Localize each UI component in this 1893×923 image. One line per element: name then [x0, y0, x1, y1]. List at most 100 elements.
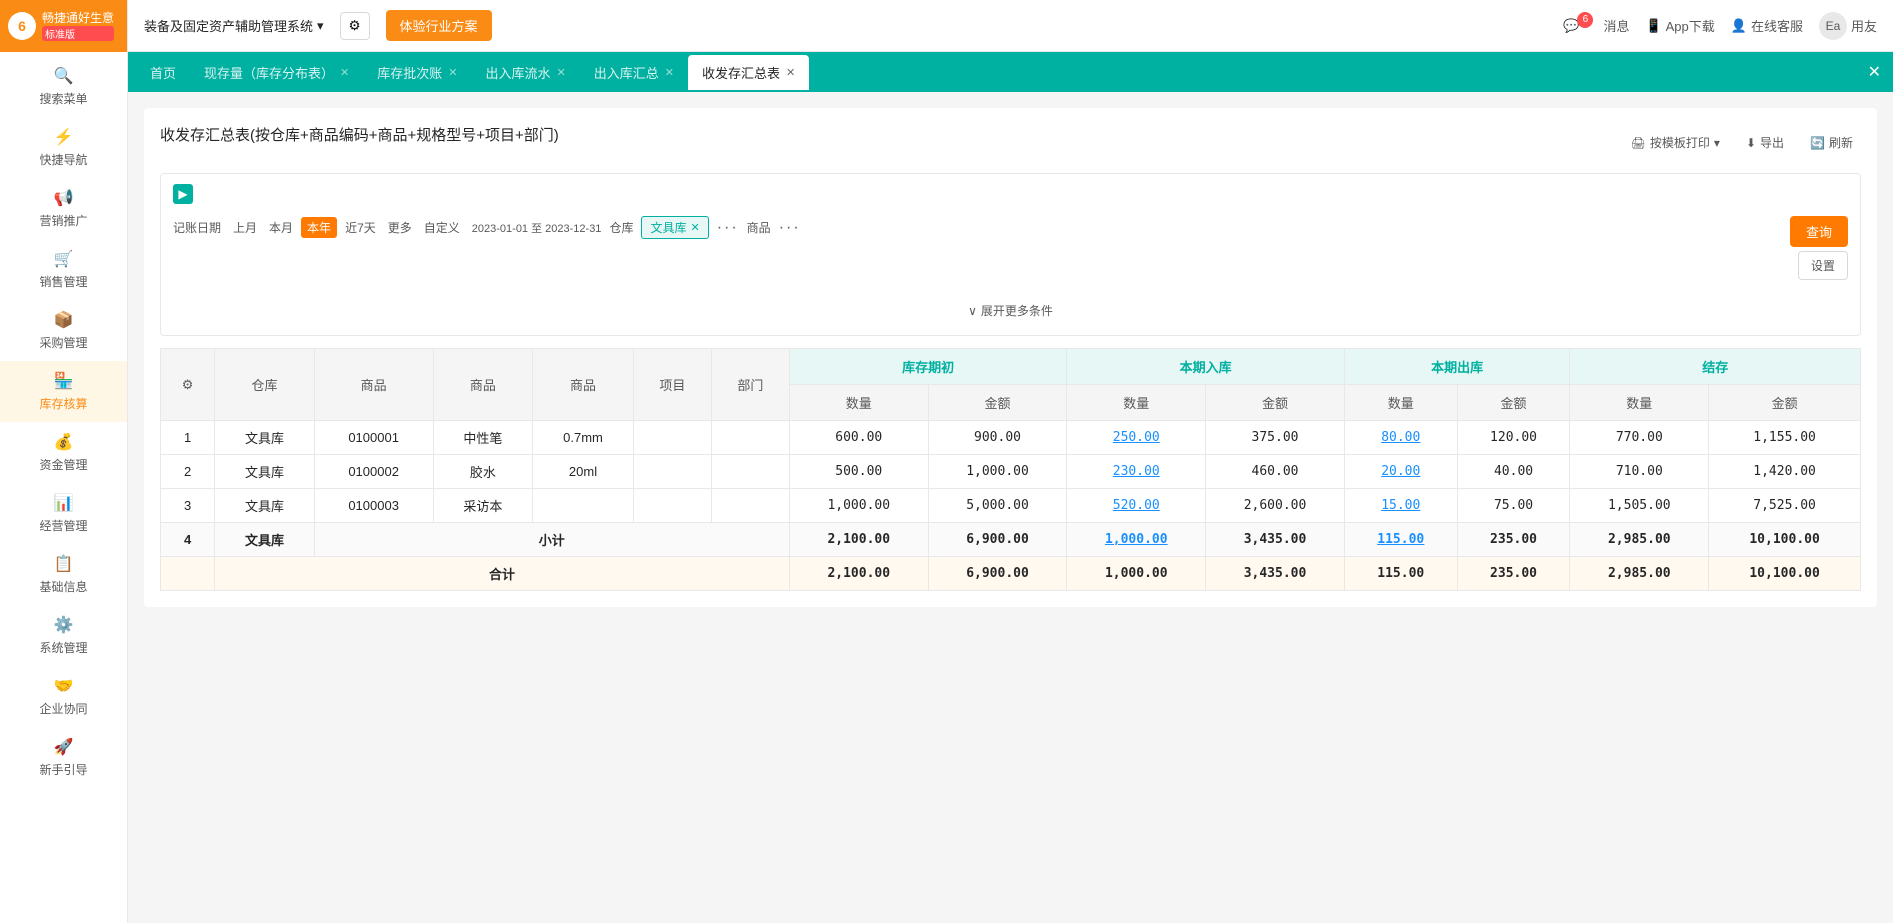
subtotal-in-amount: 3,435.00 [1206, 523, 1345, 557]
sidebar-item-basic-info[interactable]: 📋 基础信息 [0, 544, 127, 605]
guide-icon: 🚀 [54, 737, 74, 757]
date-btn-more[interactable]: 更多 [384, 217, 416, 238]
app-download-label: App下载 [1666, 16, 1715, 35]
col-in-amount: 金额 [1206, 385, 1345, 421]
warehouse-dots[interactable]: ··· [717, 219, 739, 237]
subtotal-out-qty[interactable]: 115.00 [1344, 523, 1457, 557]
row-project [633, 455, 711, 489]
warehouse-tag-close-button[interactable]: ✕ [690, 221, 699, 234]
system-selector[interactable]: 装备及固定资产辅助管理系统 ▾ [144, 16, 324, 35]
online-service-button[interactable]: 👤 在线客服 [1731, 16, 1803, 35]
quick-nav-icon: ⚡ [54, 127, 74, 147]
sidebar-item-system[interactable]: ⚙️ 系统管理 [0, 605, 127, 666]
print-button[interactable]: 🖨 按模板打印 ▾ [1623, 130, 1728, 155]
date-filter-label: 记账日期 [173, 219, 221, 236]
date-btn-7days[interactable]: 近7天 [341, 217, 380, 238]
refresh-label: 刷新 [1829, 134, 1853, 151]
row-in-amount: 375.00 [1206, 421, 1345, 455]
filter-toggle-button[interactable]: ▶ [173, 184, 193, 204]
expand-conditions-button[interactable]: ∨ 展开更多条件 [173, 296, 1848, 325]
date-btn-this-year[interactable]: 本年 [301, 217, 337, 238]
row-in-qty[interactable]: 250.00 [1067, 421, 1206, 455]
col-out-qty: 数量 [1344, 385, 1457, 421]
try-industry-button[interactable]: 体验行业方案 [386, 10, 492, 41]
sidebar-item-label: 新手引导 [39, 761, 87, 778]
sidebar-item-search[interactable]: 🔍 搜索菜单 [0, 56, 127, 117]
settings-button[interactable]: 设置 [1798, 251, 1848, 280]
sidebar-item-inventory[interactable]: 🏪 库存核算 [0, 361, 127, 422]
subtotal-warehouse: 文具库 [215, 523, 315, 557]
total-out-amount: 235.00 [1457, 557, 1570, 591]
product-dots[interactable]: ··· [779, 219, 801, 237]
tab-recv-send[interactable]: 收发存汇总表 ✕ [688, 55, 809, 90]
table-wrapper: ⚙ 仓库 商品 商品 商品 项目 部门 库存期初 本期入库 本期出库 结存 [160, 348, 1861, 591]
date-range-text: 2023-01-01 至 2023-12-31 [472, 220, 602, 236]
finance-icon: 💰 [54, 432, 74, 452]
query-button[interactable]: 查询 [1790, 216, 1848, 247]
row-out-amount: 75.00 [1457, 489, 1570, 523]
message-button[interactable]: 💬 6 消息 [1563, 16, 1629, 35]
sidebar-item-label: 营销推广 [39, 212, 87, 229]
subtotal-in-qty[interactable]: 1,000.00 [1067, 523, 1206, 557]
total-in-qty: 1,000.00 [1067, 557, 1206, 591]
col-department: 部门 [711, 349, 789, 421]
row-in-qty[interactable]: 520.00 [1067, 489, 1206, 523]
row-in-qty[interactable]: 230.00 [1067, 455, 1206, 489]
tab-inventory-dist[interactable]: 现存量（库存分布表） ✕ [190, 55, 363, 90]
row-warehouse: 文具库 [215, 455, 315, 489]
page-title: 收发存汇总表(按仓库+商品编码+商品+规格型号+项目+部门) [160, 124, 559, 145]
tab-batch[interactable]: 库存批次账 ✕ [363, 55, 471, 90]
tab-home[interactable]: 首页 [136, 55, 190, 90]
sidebar-item-cooperation[interactable]: 🤝 企业协同 [0, 666, 127, 727]
system-icon: ⚙️ [54, 615, 74, 635]
app-download-button[interactable]: 📱 App下载 [1645, 16, 1714, 35]
tab-inout-flow[interactable]: 出入库流水 ✕ [471, 55, 579, 90]
tab-home-label: 首页 [150, 63, 176, 82]
tab-close-icon[interactable]: ✕ [786, 66, 795, 79]
gear-button[interactable]: ⚙ [340, 12, 370, 40]
phone-icon: 📱 [1645, 18, 1661, 34]
row-no: 3 [161, 489, 215, 523]
date-btn-this-month[interactable]: 本月 [265, 217, 297, 238]
logo-text-line1: 畅捷通好生意 [42, 11, 114, 27]
row-out-qty[interactable]: 20.00 [1344, 455, 1457, 489]
col-closing-header: 结存 [1570, 349, 1861, 385]
tab-close-icon[interactable]: ✕ [665, 66, 674, 79]
sidebar-item-marketing[interactable]: 📢 营销推广 [0, 178, 127, 239]
row-opening-amount: 5,000.00 [928, 489, 1067, 523]
sidebar-item-finance[interactable]: 💰 资金管理 [0, 422, 127, 483]
refresh-icon: 🔄 [1810, 136, 1825, 150]
row-in-amount: 460.00 [1206, 455, 1345, 489]
sidebar: 6 畅捷通好生意 标准版 🔍 搜索菜单 ⚡ 快捷导航 📢 营销推广 🛒 销售管理… [0, 0, 128, 923]
sidebar-item-purchase[interactable]: 📦 采购管理 [0, 300, 127, 361]
row-closing-amount: 1,420.00 [1709, 455, 1861, 489]
filter-left: 记账日期 上月 本月 本年 近7天 更多 自定义 2023-01-01 至 20… [173, 216, 1778, 239]
tab-close-icon[interactable]: ✕ [340, 66, 349, 79]
row-out-qty[interactable]: 15.00 [1344, 489, 1457, 523]
row-out-qty[interactable]: 80.00 [1344, 421, 1457, 455]
tab-close-icon[interactable]: ✕ [448, 66, 457, 79]
user-menu[interactable]: Ea 用友 [1819, 12, 1877, 40]
date-btn-custom[interactable]: 自定义 [420, 217, 464, 238]
tab-close-icon[interactable]: ✕ [557, 66, 566, 79]
basic-info-icon: 📋 [54, 554, 74, 574]
refresh-button[interactable]: 🔄 刷新 [1802, 130, 1861, 155]
col-settings[interactable]: ⚙ [161, 349, 215, 421]
export-button[interactable]: ⬇ 导出 [1738, 130, 1792, 155]
table-row: 2 文具库 0100002 胶水 20ml 500.00 1,000.00 23… [161, 455, 1861, 489]
tab-inventory-dist-label: 现存量（库存分布表） [204, 63, 334, 82]
tab-inout-summary[interactable]: 出入库汇总 ✕ [580, 55, 688, 90]
col-warehouse: 仓库 [215, 349, 315, 421]
print-icon: 🖨 [1631, 136, 1646, 150]
sidebar-item-quick-nav[interactable]: ⚡ 快捷导航 [0, 117, 127, 178]
tab-bar-close-button[interactable]: ✕ [1864, 58, 1885, 86]
sidebar-item-guide[interactable]: 🚀 新手引导 [0, 727, 127, 788]
logo-badge: 标准版 [42, 26, 114, 41]
sidebar-item-operations[interactable]: 📊 经营管理 [0, 483, 127, 544]
table-row: 3 文具库 0100003 采访本 1,000.00 5,000.00 520.… [161, 489, 1861, 523]
date-btn-last-month[interactable]: 上月 [229, 217, 261, 238]
cooperation-icon: 🤝 [54, 676, 74, 696]
sidebar-item-sales[interactable]: 🛒 销售管理 [0, 239, 127, 300]
sidebar-item-label: 采购管理 [39, 334, 87, 351]
row-product-name: 中性笔 [433, 421, 533, 455]
